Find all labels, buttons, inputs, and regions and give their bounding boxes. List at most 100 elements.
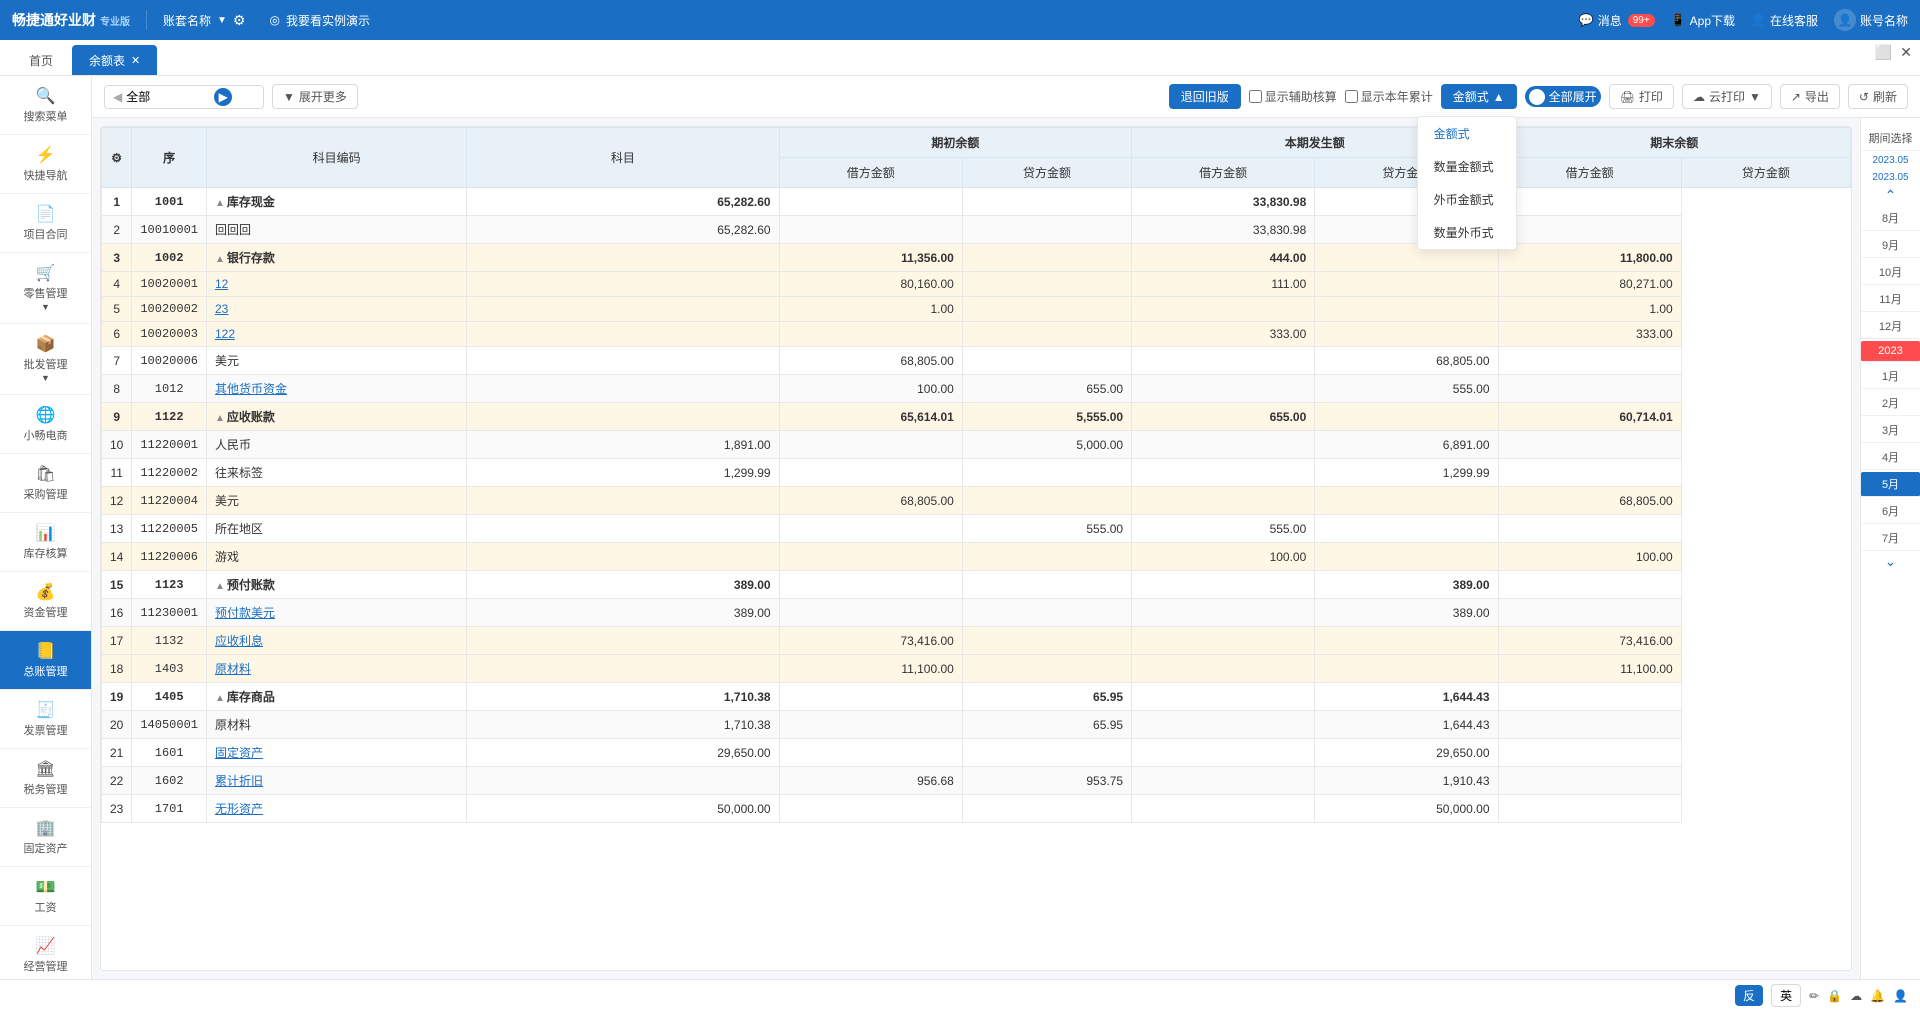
show-auxiliary-checkbox[interactable] — [1249, 90, 1262, 103]
app-download-btn[interactable]: 📱 App下载 — [1671, 12, 1735, 29]
sidebar-item-salary-label: 工资 — [4, 899, 87, 915]
show-annual-checkbox[interactable] — [1345, 90, 1358, 103]
mode-btn-label: 金额式 — [1453, 88, 1489, 105]
month-4[interactable]: 4月 — [1861, 445, 1920, 470]
sidebar-item-invoice[interactable]: 🧾 发票管理 — [0, 690, 91, 749]
show-annual-label[interactable]: 显示本年累计 — [1345, 88, 1433, 105]
quicknav-icon: ⚡ — [4, 145, 87, 165]
expand-row-icon[interactable]: ▲ — [215, 254, 225, 265]
month-9[interactable]: 9月 — [1861, 233, 1920, 258]
sidebar-item-salary[interactable]: 💵 工资 — [0, 867, 91, 926]
sidebar-item-wholesale[interactable]: 📦 批发管理 ▼ — [0, 324, 91, 395]
business-icon: 📈 — [4, 936, 87, 956]
mode-option-qty-amount[interactable]: 数量金额式 — [1418, 150, 1516, 183]
expand-row-icon[interactable]: ▲ — [215, 198, 225, 209]
return-old-btn[interactable]: 退回旧版 — [1169, 84, 1241, 109]
table-row: 221602累计折旧956.68953.751,910.43 — [102, 767, 1851, 795]
refresh-btn[interactable]: ↺ 刷新 — [1848, 84, 1908, 109]
month-5[interactable]: 5月 — [1861, 472, 1920, 497]
sidebar-item-search[interactable]: 🔍 搜索菜单 — [0, 76, 91, 135]
tab-restore-icon[interactable]: ⬜ — [1875, 44, 1892, 61]
year-2023-marker[interactable]: 2023 — [1861, 341, 1920, 362]
demo-link[interactable]: ◎ 我要看实例演示 — [269, 12, 370, 29]
expand-row-icon[interactable]: ▲ — [215, 413, 225, 424]
sidebar-item-invoice-label: 发票管理 — [4, 722, 87, 738]
online-service-btn[interactable]: 👤 在线客服 — [1751, 12, 1818, 29]
retail-icon: 🛒 — [4, 263, 87, 283]
show-auxiliary-label[interactable]: 显示辅助核算 — [1249, 88, 1337, 105]
mode-btn[interactable]: 金额式 ▲ — [1441, 84, 1517, 109]
sidebar-item-contract[interactable]: 📄 项目合同 — [0, 194, 91, 253]
feedback-btn[interactable]: 反 — [1735, 985, 1763, 1006]
th-settings[interactable]: ⚙ — [102, 128, 132, 188]
table-row: 1211220004美元68,805.0068,805.00 — [102, 487, 1851, 515]
sync-icon[interactable]: 🔔 — [1870, 989, 1885, 1003]
search-box[interactable]: ◀ ▶ — [104, 85, 264, 109]
tab-home[interactable]: 首页 — [12, 45, 70, 75]
sidebar-item-business[interactable]: 📈 经营管理 — [0, 926, 91, 979]
expand-row-icon[interactable]: ▲ — [215, 693, 225, 704]
period-down-chevron[interactable]: ⌄ — [1885, 553, 1897, 570]
sidebar-item-ecommerce[interactable]: 🌐 小畅电商 — [0, 395, 91, 454]
expand-more-btn[interactable]: ▼ 展开更多 — [272, 84, 358, 109]
expand-all-toggle[interactable]: 全部展开 — [1525, 86, 1601, 107]
tab-balance-label: 余额表 — [89, 52, 125, 69]
month-12[interactable]: 12月 — [1861, 314, 1920, 339]
th-ob-credit: 贷方金额 — [962, 158, 1131, 188]
export-btn[interactable]: ↗ 导出 — [1780, 84, 1840, 109]
message-icon: 💬 — [1579, 13, 1594, 27]
month-6[interactable]: 6月 — [1861, 499, 1920, 524]
sidebar-item-quicknav[interactable]: ⚡ 快捷导航 — [0, 135, 91, 194]
print-btn[interactable]: 🖨 打印 — [1609, 84, 1674, 109]
month-10[interactable]: 10月 — [1861, 260, 1920, 285]
period-up-chevron[interactable]: ⌃ — [1885, 187, 1897, 204]
avatar: 👤 — [1834, 9, 1856, 31]
month-2[interactable]: 2月 — [1861, 391, 1920, 416]
sidebar-item-assets[interactable]: 🏢 固定资产 — [0, 808, 91, 867]
search-go-btn[interactable]: ▶ — [214, 88, 232, 106]
company-selector[interactable]: 账套名称 ▼ ⚙ — [163, 12, 245, 29]
lang-btn[interactable]: 英 — [1771, 984, 1801, 1007]
lock-icon[interactable]: 🔒 — [1827, 989, 1842, 1003]
cloud-print-btn[interactable]: ☁ 云打印 ▼ — [1682, 84, 1772, 109]
cloud-icon[interactable]: ☁ — [1850, 989, 1862, 1003]
sidebar-item-tax[interactable]: 🏛 税务管理 — [0, 749, 91, 808]
month-7[interactable]: 7月 — [1861, 526, 1920, 551]
message-btn[interactable]: 💬 消息 99+ — [1579, 12, 1655, 29]
dropdown-arrow[interactable]: ▼ — [217, 15, 227, 26]
mode-option-qty-foreign[interactable]: 数量外币式 — [1418, 216, 1516, 249]
tab-close-all-icon[interactable]: ✕ — [1900, 44, 1912, 61]
month-11[interactable]: 11月 — [1861, 287, 1920, 312]
mode-option-foreign-amount[interactable]: 外币金额式 — [1418, 183, 1516, 216]
tab-close-icon[interactable]: ✕ — [131, 54, 140, 67]
month-1[interactable]: 1月 — [1861, 364, 1920, 389]
month-8[interactable]: 8月 — [1861, 206, 1920, 231]
ecommerce-icon: 🌐 — [4, 405, 87, 425]
sidebar-item-ledger[interactable]: 📒 总账管理 — [0, 631, 91, 690]
period-title: 期间选择 — [1861, 126, 1920, 151]
tab-bar-actions: ⬜ ✕ — [1875, 44, 1912, 61]
tab-balance[interactable]: 余额表 ✕ — [72, 45, 157, 75]
right-panel: 期间选择 2023.05 2023.05 ⌃ 8月 9月 10月 11月 12月… — [1860, 118, 1920, 979]
user-icon[interactable]: 👤 — [1893, 989, 1908, 1003]
mode-option-amount[interactable]: 金额式 — [1418, 117, 1516, 150]
month-3[interactable]: 3月 — [1861, 418, 1920, 443]
table-row: 610020003122333.00333.00 — [102, 322, 1851, 347]
sidebar-item-purchase[interactable]: 🛍 采购管理 — [0, 454, 91, 513]
expand-row-icon[interactable]: ▲ — [215, 581, 225, 592]
search-input[interactable] — [126, 90, 206, 104]
sidebar-item-capital[interactable]: 💰 资金管理 — [0, 572, 91, 631]
sidebar-item-retail[interactable]: 🛒 零售管理 ▼ — [0, 253, 91, 324]
th-code: 科目编码 — [206, 128, 466, 188]
sidebar: 🔍 搜索菜单 ⚡ 快捷导航 📄 项目合同 🛒 零售管理 ▼ 📦 批发管理 ▼ 🌐… — [0, 76, 92, 979]
mode-dropdown-menu: 金额式 数量金额式 外币金额式 数量外币式 — [1417, 116, 1517, 250]
edit-icon[interactable]: ✏ — [1809, 989, 1819, 1003]
sidebar-item-inventory[interactable]: 📊 库存核算 — [0, 513, 91, 572]
th-subject: 科目 — [467, 128, 779, 188]
main-layout: 🔍 搜索菜单 ⚡ 快捷导航 📄 项目合同 🛒 零售管理 ▼ 📦 批发管理 ▼ 🌐… — [0, 76, 1920, 979]
wholesale-icon: 📦 — [4, 334, 87, 354]
table-row: 231701无形资产50,000.0050,000.00 — [102, 795, 1851, 823]
user-avatar[interactable]: 👤 账号名称 — [1834, 9, 1908, 31]
content-area: ◀ ▶ ▼ 展开更多 退回旧版 显示辅助核算 显示本年累计 — [92, 76, 1920, 979]
settings-icon[interactable]: ⚙ — [233, 12, 246, 29]
